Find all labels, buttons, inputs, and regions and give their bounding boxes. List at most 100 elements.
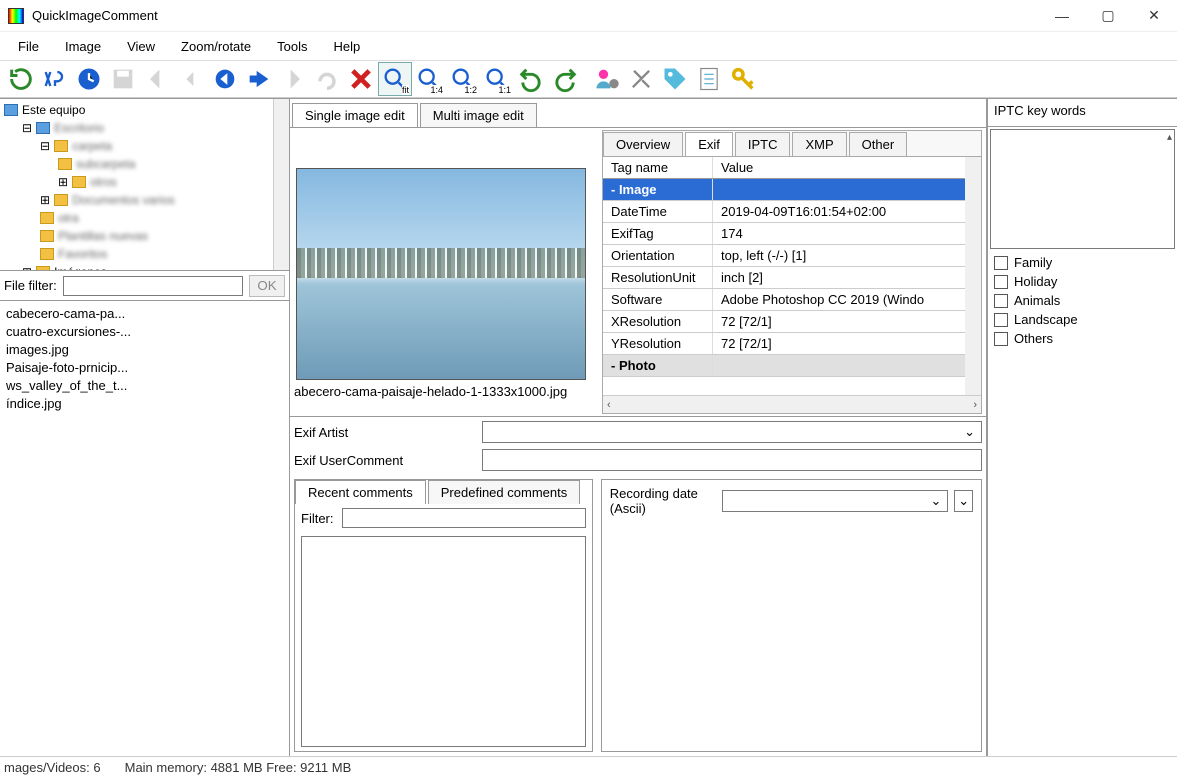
checkbox-family[interactable] [994,256,1008,270]
meta-col-name[interactable]: Tag name [603,157,713,178]
maximize-button[interactable]: ▢ [1085,0,1131,32]
zoom-fit-icon[interactable]: fit [378,62,412,96]
pc-icon [4,104,18,116]
recording-date-expand[interactable]: ⌄ [954,490,973,512]
meta-value: Adobe Photoshop CC 2019 (Windo [713,289,965,310]
back-icon[interactable] [140,62,174,96]
refresh-icon[interactable] [4,62,38,96]
meta-value: top, left (-/-) [1] [713,245,965,266]
save-icon[interactable] [106,62,140,96]
menu-zoom-rotate[interactable]: Zoom/rotate [169,35,263,58]
meta-name: DateTime [603,201,713,222]
tag-icon[interactable] [658,62,692,96]
zoom-1-4-icon[interactable]: 1:4 [412,62,446,96]
meta-tab-iptc[interactable]: IPTC [735,132,791,156]
comments-filter-input[interactable] [342,508,586,528]
menu-image[interactable]: Image [53,35,113,58]
checkbox-label: Animals [1014,293,1060,308]
image-preview[interactable] [296,168,586,380]
middle-column: Single image edit Multi image edit abece… [290,99,987,756]
tree-item[interactable]: carpeta [72,139,112,153]
exif-usercomment-label: Exif UserComment [294,453,474,468]
right-column: IPTC key words ▴ Family Holiday Animals … [987,99,1177,756]
nav-next-icon[interactable] [242,62,276,96]
file-item[interactable]: cabecero-cama-pa... [6,305,283,323]
rename-icon[interactable] [38,62,72,96]
file-filter-input[interactable] [63,276,243,296]
meta-section-image: - Image [603,179,713,200]
tree-item[interactable]: otra [58,211,79,225]
tab-predefined-comments[interactable]: Predefined comments [428,480,580,504]
file-item[interactable]: índice.jpg [6,395,283,413]
file-list[interactable]: cabecero-cama-pa... cuatro-excursiones-.… [0,301,289,756]
comments-list[interactable] [301,536,586,747]
tab-single-image-edit[interactable]: Single image edit [292,103,418,127]
tree-item[interactable]: otros [90,175,117,189]
comments-filter-label: Filter: [301,511,334,526]
back-small-icon[interactable] [174,62,208,96]
checkbox-landscape[interactable] [994,313,1008,327]
tab-multi-image-edit[interactable]: Multi image edit [420,103,537,127]
scroll-up-icon[interactable]: ▴ [1167,132,1172,143]
tree-item[interactable]: Favoritos [58,247,107,261]
meta-scrollbar-h[interactable]: ‹› [603,395,981,413]
file-item[interactable]: Paisaje-foto-prnicip... [6,359,283,377]
menu-file[interactable]: File [6,35,51,58]
delete-icon[interactable] [344,62,378,96]
image-area: abecero-cama-paisaje-helado-1-1333x1000.… [290,127,986,417]
document-icon[interactable] [692,62,726,96]
rotate-left-icon[interactable] [514,62,548,96]
checkbox-holiday[interactable] [994,275,1008,289]
tab-recent-comments[interactable]: Recent comments [295,480,426,504]
exif-artist-combo[interactable]: ⌄ [482,421,982,443]
metadata-table[interactable]: Tag name Value - Image DateTime2019-04-0… [603,157,981,395]
zoom-1-2-icon[interactable]: 1:2 [446,62,480,96]
checkbox-others[interactable] [994,332,1008,346]
key-icon[interactable] [726,62,760,96]
zoom-1-1-icon[interactable]: 1:1 [480,62,514,96]
statusbar: mages/Videos: 6 Main memory: 4881 MB Fre… [0,756,1177,778]
bottom-panels: Recent comments Predefined comments Filt… [290,475,986,756]
forward-icon[interactable] [276,62,310,96]
checkbox-label: Others [1014,331,1053,346]
menu-help[interactable]: Help [322,35,373,58]
meta-name: ResolutionUnit [603,267,713,288]
nav-prev-icon[interactable] [208,62,242,96]
tools-icon[interactable] [624,62,658,96]
meta-tab-other[interactable]: Other [849,132,908,156]
undo-icon[interactable] [310,62,344,96]
file-item[interactable]: images.jpg [6,341,283,359]
tree-item[interactable]: Escritorio [54,121,104,135]
history-icon[interactable] [72,62,106,96]
file-item[interactable]: cuatro-excursiones-... [6,323,283,341]
tree-item-imagenes[interactable]: Imágenes [54,265,107,271]
meta-value: inch [2] [713,267,965,288]
meta-tab-xmp[interactable]: XMP [792,132,846,156]
checkbox-animals[interactable] [994,294,1008,308]
tree-scrollbar[interactable] [273,99,289,270]
meta-tab-overview[interactable]: Overview [603,132,683,156]
file-filter-ok-button[interactable]: OK [249,275,285,297]
meta-tab-exif[interactable]: Exif [685,132,733,156]
tree-item[interactable]: subcarpeta [76,157,135,171]
exif-usercomment-input[interactable] [482,449,982,471]
close-button[interactable]: ✕ [1131,0,1177,32]
rotate-right-icon[interactable] [548,62,582,96]
folder-icon [40,212,54,224]
file-item[interactable]: ws_valley_of_the_t... [6,377,283,395]
tree-root[interactable]: Este equipo [22,103,85,117]
folder-tree[interactable]: Este equipo ⊟Escritorio ⊟carpeta subcarp… [0,99,289,271]
checkbox-label: Family [1014,255,1052,270]
tree-item[interactable]: Plantillas nuevas [58,229,148,243]
folder-icon [54,194,68,206]
tree-item[interactable]: Documentos varios [72,193,175,207]
file-filter-row: File filter: OK [0,271,289,301]
recording-date-combo[interactable]: ⌄ [722,490,948,512]
minimize-button[interactable]: — [1039,0,1085,32]
menu-view[interactable]: View [115,35,167,58]
user-settings-icon[interactable] [590,62,624,96]
meta-name: ExifTag [603,223,713,244]
meta-col-value[interactable]: Value [713,157,965,178]
menu-tools[interactable]: Tools [265,35,319,58]
iptc-keywords-box[interactable]: ▴ [990,129,1175,249]
